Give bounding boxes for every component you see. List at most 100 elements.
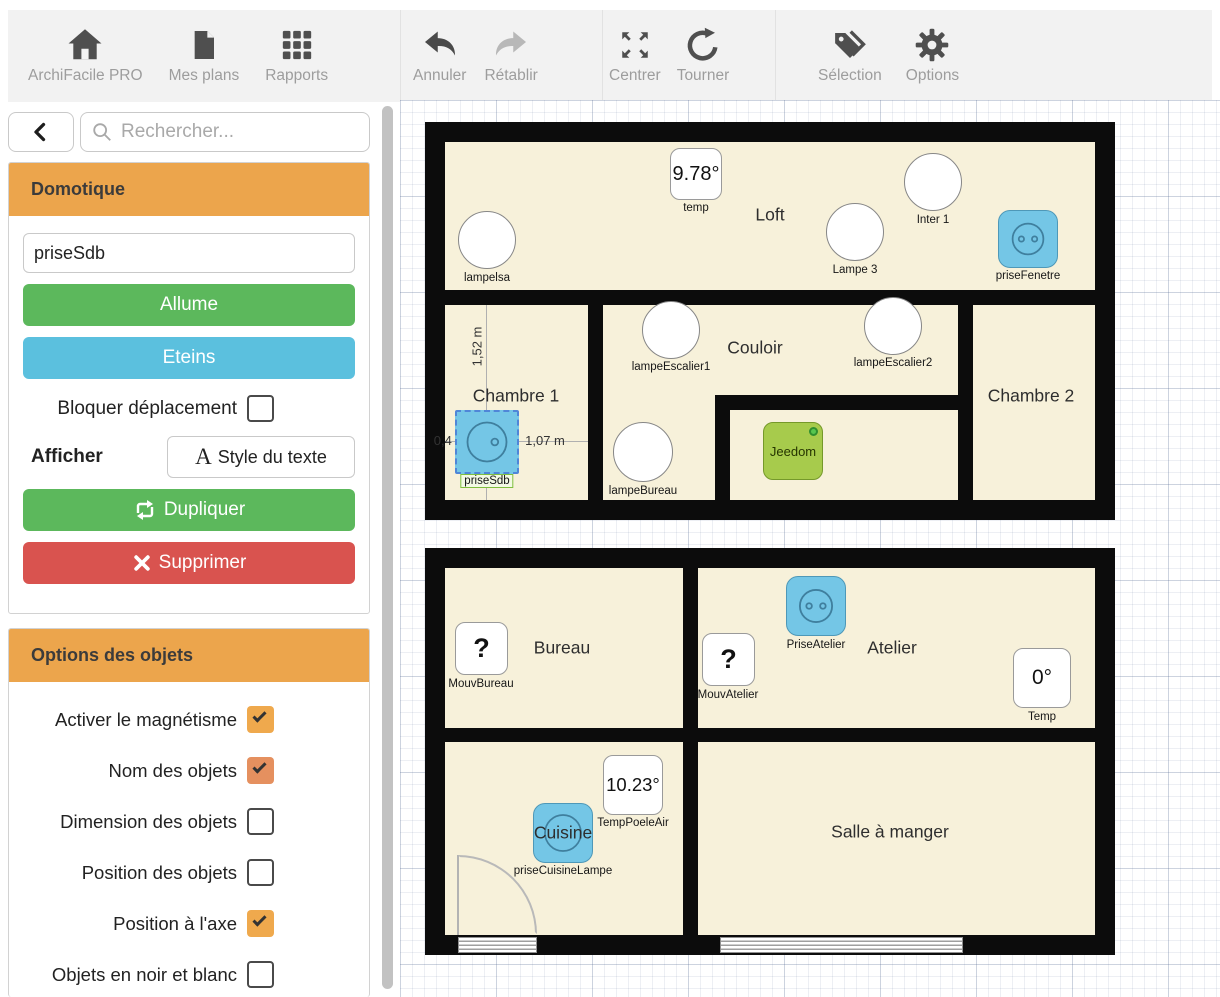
temp-value: 10.23°: [606, 774, 660, 795]
afficher-label: Afficher: [31, 446, 103, 467]
position-axe-checkbox[interactable]: [247, 910, 274, 937]
object-label: PriseAtelier: [786, 639, 846, 651]
toolbar-label: Sélection: [818, 67, 882, 84]
object-label: Lampe 3: [832, 264, 878, 276]
object-mouvBureau[interactable]: ?: [455, 622, 508, 675]
collapse-sidebar-button[interactable]: [8, 112, 74, 152]
room-label-couloir: Couloir: [727, 337, 783, 358]
room-label-atelier: Atelier: [867, 637, 917, 658]
option-label: Objets en noir et blanc: [51, 963, 237, 985]
duplicate-icon: [133, 498, 157, 522]
magnetisme-checkbox[interactable]: [247, 706, 274, 733]
nom-objets-checkbox[interactable]: [247, 757, 274, 784]
object-lampeEscalier2[interactable]: [864, 297, 922, 355]
delete-x-icon: [132, 553, 152, 573]
show-row: Afficher A Style du texte: [31, 436, 355, 478]
window[interactable]: [720, 937, 963, 953]
selection-button[interactable]: Sélection: [818, 24, 882, 85]
noir-et-blanc-checkbox[interactable]: [247, 961, 274, 988]
socket-icon: [466, 421, 508, 463]
option-row-nom-objets: Nom des objets: [9, 757, 274, 784]
inner-wall-vertical: [715, 395, 730, 500]
object-priseFenetre[interactable]: [998, 210, 1058, 268]
allume-button[interactable]: Allume: [23, 284, 355, 326]
object-priseSdb-selected[interactable]: [455, 410, 519, 474]
toolbar-group-view: Centrer Tourner: [602, 10, 775, 102]
option-row-position-axe: Position à l'axe: [9, 910, 274, 937]
toolbar-label: Rétablir: [484, 67, 538, 84]
toolbar-label: Annuler: [413, 67, 467, 84]
object-lampelsa[interactable]: [458, 211, 516, 269]
mes-plans-button[interactable]: Mes plans: [168, 24, 240, 85]
object-inter1[interactable]: [904, 153, 962, 211]
object-mouvAtelier[interactable]: ?: [702, 633, 755, 686]
room-label-cuisine: Cuisine: [533, 822, 593, 843]
door-opening[interactable]: [458, 937, 537, 953]
object-tempPoeleAir[interactable]: 10.23°: [603, 755, 663, 815]
device-name-input[interactable]: [23, 233, 355, 273]
supprimer-button[interactable]: Supprimer: [23, 542, 355, 584]
toolbar-label: Rapports: [265, 67, 329, 84]
object-lampeEscalier1[interactable]: [642, 301, 700, 359]
search-input[interactable]: [121, 121, 351, 143]
toolbar-label: Mes plans: [168, 67, 240, 84]
search-box: [80, 112, 370, 152]
option-label: Activer le magnétisme: [55, 708, 237, 730]
check-icon: [252, 912, 267, 927]
text-style-label: Style du texte: [217, 446, 327, 467]
eteins-button[interactable]: Eteins: [23, 337, 355, 379]
dimension-objets-checkbox[interactable]: [247, 808, 274, 835]
rapports-button[interactable]: Rapports: [265, 24, 328, 85]
toolbar-group-tools: Sélection Options: [775, 10, 1075, 102]
toolbar-label: Centrer: [609, 67, 661, 84]
centrer-button[interactable]: Centrer: [609, 24, 661, 85]
motion-glyph: ?: [720, 644, 737, 674]
object-label: lampeEscalier2: [853, 357, 933, 369]
toolbar-group-file: ArchiFacile PRO Mes plans Rapports: [8, 10, 400, 102]
home-icon: [67, 24, 103, 66]
object-priseAtelier[interactable]: [786, 576, 846, 636]
floorplan-lower[interactable]: Bureau Atelier Cuisine Salle à manger ? …: [425, 548, 1115, 955]
sidebar-scrollbar[interactable]: [382, 106, 393, 989]
socket-icon: [1011, 222, 1045, 256]
temp-value: 0°: [1031, 666, 1053, 689]
floorplan-upper[interactable]: 1,52 m 1,52 m 0,4 m 1,07 m Loft Chambre …: [425, 122, 1115, 520]
options-button[interactable]: Options: [906, 24, 959, 85]
option-label: Nom des objets: [108, 759, 237, 781]
hub-label: Jeedom: [769, 443, 817, 459]
annuler-button[interactable]: Annuler: [413, 24, 466, 85]
floorplan-canvas[interactable]: 1,52 m 1,52 m 0,4 m 1,07 m Loft Chambre …: [400, 100, 1220, 997]
text-style-button[interactable]: A Style du texte: [167, 436, 355, 478]
dupliquer-button[interactable]: Dupliquer: [23, 489, 355, 531]
object-label: MouvBureau: [448, 678, 514, 690]
domotique-header: Domotique: [9, 163, 369, 216]
object-label: Temp: [1027, 711, 1057, 723]
temp-value: 9.78°: [672, 162, 720, 185]
option-row-dimension-objets: Dimension des objets: [9, 808, 274, 835]
check-icon: [252, 708, 267, 723]
object-temp-sensor[interactable]: 9.78°: [670, 148, 722, 200]
inner-wall-horizontal: [715, 395, 958, 410]
toolbar: ArchiFacile PRO Mes plans Rapports Annul…: [8, 10, 1212, 102]
object-jeedom[interactable]: Jeedom: [763, 422, 823, 480]
undo-icon: [421, 24, 459, 66]
tourner-button[interactable]: Tourner: [677, 24, 729, 85]
object-lampe3[interactable]: [826, 203, 884, 261]
object-lampeBureau[interactable]: [613, 422, 673, 482]
object-label: TempPoeleAir: [597, 817, 669, 829]
socket-icon: [798, 588, 834, 624]
room-label-chambre1: Chambre 1: [472, 385, 560, 406]
retablir-button[interactable]: Rétablir: [484, 24, 538, 85]
object-temp-atelier[interactable]: 0°: [1013, 648, 1071, 708]
room-label-chambre2: Chambre 2: [987, 385, 1075, 406]
option-row-position-objets: Position des objets: [9, 859, 274, 886]
option-label: Dimension des objets: [60, 810, 237, 832]
selected-object-label: priseSdb: [460, 474, 514, 488]
dimension-top: 1,52 m: [469, 326, 485, 367]
block-movement-checkbox[interactable]: [247, 395, 274, 422]
text-style-a-icon: A: [195, 444, 212, 469]
position-objets-checkbox[interactable]: [247, 859, 274, 886]
chevron-left-icon: [34, 122, 46, 142]
archifacile-pro-button[interactable]: ArchiFacile PRO: [28, 24, 143, 85]
tag-icon: [831, 24, 869, 66]
